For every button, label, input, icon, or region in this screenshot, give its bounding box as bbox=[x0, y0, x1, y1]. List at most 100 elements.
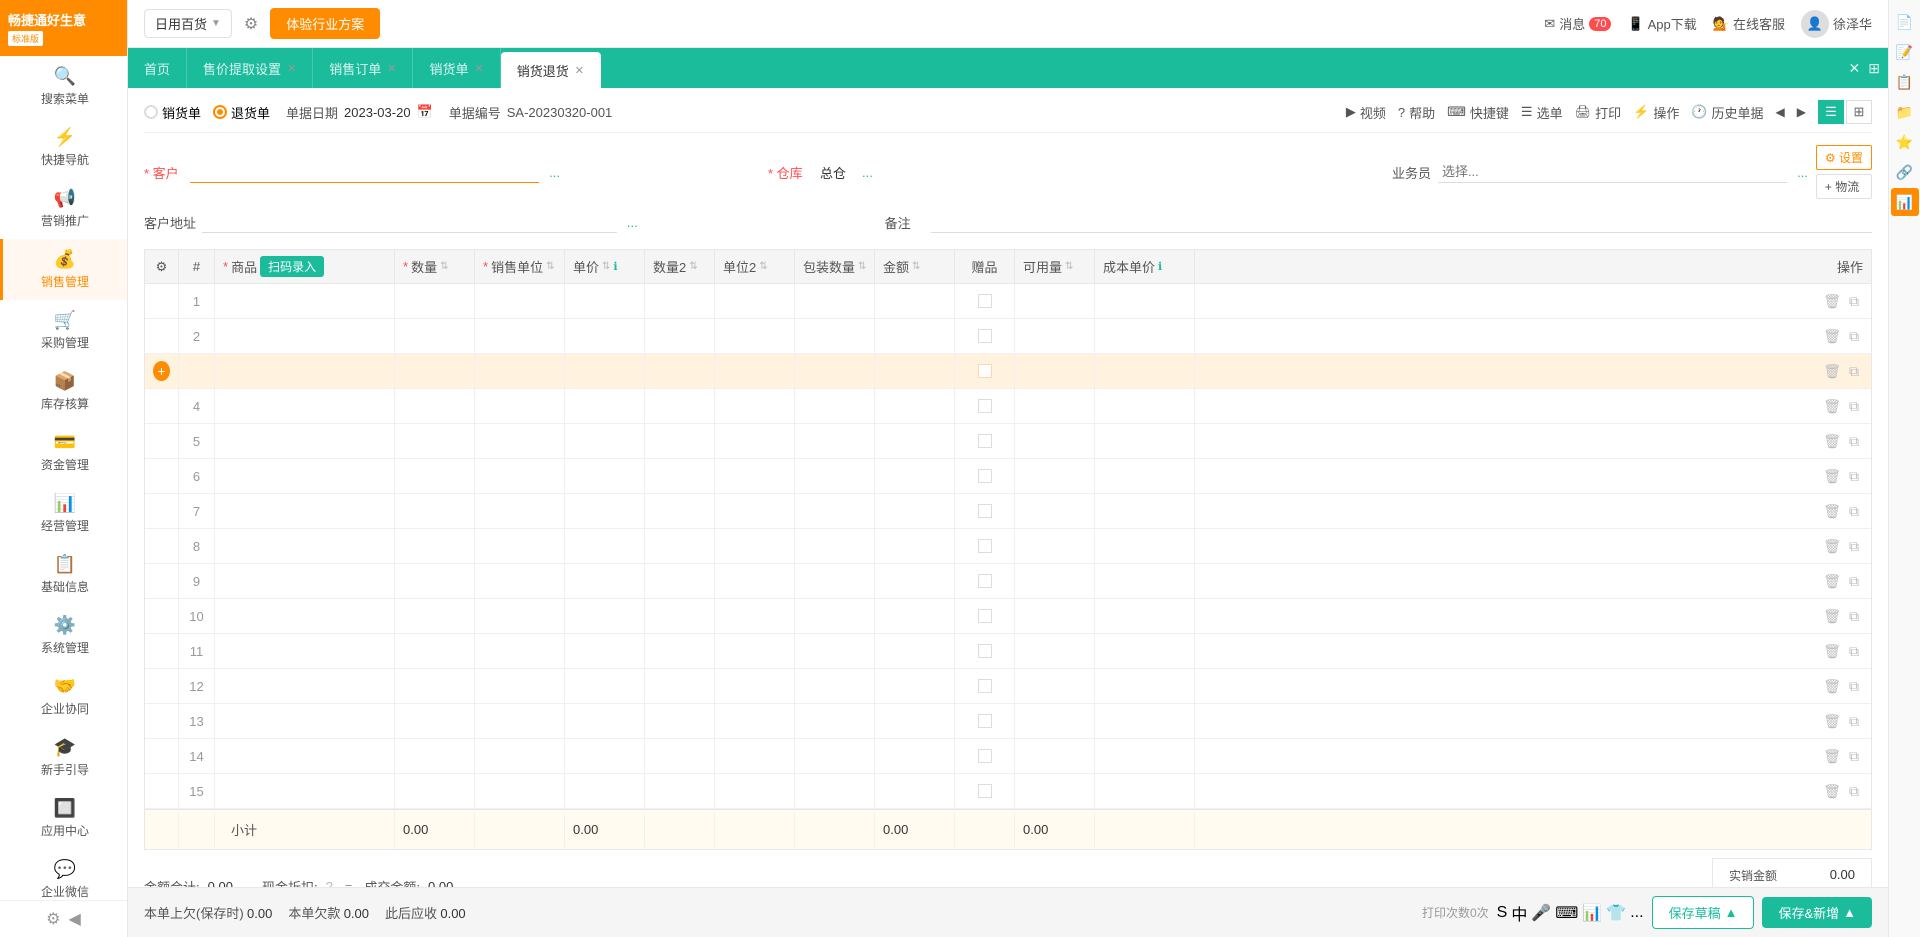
goods-input-3[interactable] bbox=[223, 364, 386, 379]
side-icon-5[interactable]: ⭐ bbox=[1891, 128, 1919, 156]
sidebar-item-sales[interactable]: 💰 销售管理 bbox=[0, 239, 127, 300]
td-price-2[interactable] bbox=[565, 319, 645, 353]
delete-row-12-button[interactable]: 🗑 bbox=[1819, 676, 1845, 697]
gift-checkbox-10[interactable] bbox=[978, 609, 992, 623]
shortcut-action[interactable]: ⌨ 快捷键 bbox=[1447, 103, 1509, 122]
td-unit2-2[interactable] bbox=[715, 319, 795, 353]
sidebar-item-enterprise[interactable]: 🤝 企业协同 bbox=[0, 666, 127, 727]
amount-sort-icon[interactable]: ⇅ bbox=[912, 261, 920, 272]
tab-price-settings[interactable]: 售价提取设置 ✕ bbox=[187, 48, 313, 88]
td-unit-2[interactable] bbox=[475, 319, 565, 353]
customer-picker-icon[interactable]: ... bbox=[549, 165, 560, 180]
td-goods-4[interactable] bbox=[215, 389, 395, 423]
td-avail-3[interactable] bbox=[1015, 354, 1095, 388]
toolbar-icon-6[interactable]: 👕 bbox=[1606, 903, 1626, 923]
gift-checkbox-14[interactable] bbox=[978, 749, 992, 763]
sidebar-item-guide[interactable]: 🎓 新手引导 bbox=[0, 727, 127, 788]
experience-button[interactable]: 体验行业方案 bbox=[270, 8, 380, 39]
td-amount-3[interactable] bbox=[875, 354, 955, 388]
td-price-3[interactable] bbox=[565, 354, 645, 388]
delete-row-3-button[interactable]: 🗑 bbox=[1819, 361, 1845, 382]
td-pkg-2[interactable] bbox=[795, 319, 875, 353]
td-gift-3[interactable] bbox=[955, 354, 1015, 388]
gift-checkbox-15[interactable] bbox=[978, 784, 992, 798]
sidebar-item-operations[interactable]: 📊 经营管理 bbox=[0, 483, 127, 544]
unit-sort-icon[interactable]: ⇅ bbox=[546, 261, 554, 272]
copy-row-10-button[interactable]: ⧉ bbox=[1845, 606, 1863, 627]
td-amount-1[interactable] bbox=[875, 284, 955, 318]
td-unit2-1[interactable] bbox=[715, 284, 795, 318]
close-all-tabs-button[interactable]: ✕ bbox=[1849, 60, 1861, 77]
delete-row-2-button[interactable]: 🗑 bbox=[1819, 326, 1845, 347]
address-input[interactable] bbox=[202, 211, 617, 233]
radio-sales-slip[interactable]: 销货单 bbox=[144, 103, 201, 122]
td-unit-1[interactable] bbox=[475, 284, 565, 318]
nav-next-button[interactable]: ▶ bbox=[1797, 105, 1806, 119]
expand-tabs-button[interactable]: ⊞ bbox=[1868, 60, 1880, 77]
delete-row-4-button[interactable]: 🗑 bbox=[1819, 396, 1845, 417]
delete-row-9-button[interactable]: 🗑 bbox=[1819, 571, 1845, 592]
delete-row-8-button[interactable]: 🗑 bbox=[1819, 536, 1845, 557]
td-unit2-3[interactable] bbox=[715, 354, 795, 388]
avail-sort-icon[interactable]: ⇅ bbox=[1065, 261, 1073, 272]
td-price-1[interactable] bbox=[565, 284, 645, 318]
delete-row-6-button[interactable]: 🗑 bbox=[1819, 466, 1845, 487]
pkg-sort-icon[interactable]: ⇅ bbox=[858, 261, 866, 272]
td-cost-1[interactable] bbox=[1095, 284, 1195, 318]
td-qty2-3[interactable] bbox=[645, 354, 715, 388]
warehouse-picker-icon[interactable]: ... bbox=[862, 165, 873, 180]
td-qty-3[interactable] bbox=[395, 354, 475, 388]
toolbar-icon-5[interactable]: 📊 bbox=[1582, 903, 1602, 923]
print-action[interactable]: 🖨 打印 bbox=[1575, 103, 1622, 122]
scan-button[interactable]: 扫码录入 bbox=[260, 256, 324, 277]
gift-checkbox-5[interactable] bbox=[978, 434, 992, 448]
copy-row-4-button[interactable]: ⧉ bbox=[1845, 396, 1863, 417]
customer-input[interactable] bbox=[190, 161, 539, 183]
qty2-sort-icon[interactable]: ⇅ bbox=[689, 261, 697, 272]
operate-action[interactable]: ⚡ 操作 bbox=[1633, 103, 1679, 122]
delete-row-5-button[interactable]: 🗑 bbox=[1819, 431, 1845, 452]
gift-checkbox-9[interactable] bbox=[978, 574, 992, 588]
collapse-icon[interactable]: ◀ bbox=[69, 909, 81, 929]
side-icon-7-active[interactable]: 📊 bbox=[1891, 188, 1919, 216]
online-service-button[interactable]: 💁 在线客服 bbox=[1713, 14, 1785, 33]
td-qty2-2[interactable] bbox=[645, 319, 715, 353]
td-avail-1[interactable] bbox=[1015, 284, 1095, 318]
select-action[interactable]: ☰ 选单 bbox=[1521, 103, 1563, 122]
td-unit-3[interactable] bbox=[475, 354, 565, 388]
add-row-button[interactable]: + bbox=[153, 361, 170, 381]
radio-return-slip[interactable]: 退货单 bbox=[213, 103, 270, 122]
side-icon-2[interactable]: 📝 bbox=[1891, 38, 1919, 66]
save-draft-button[interactable]: 保存草稿 ▲ bbox=[1652, 896, 1755, 929]
td-cost-3[interactable] bbox=[1095, 354, 1195, 388]
td-goods-1[interactable] bbox=[215, 284, 395, 318]
gift-checkbox-1[interactable] bbox=[978, 294, 992, 308]
gift-checkbox-3[interactable] bbox=[978, 364, 992, 378]
toolbar-icon-1[interactable]: S bbox=[1497, 904, 1508, 922]
copy-row-11-button[interactable]: ⧉ bbox=[1845, 641, 1863, 662]
nav-prev-button[interactable]: ◀ bbox=[1776, 105, 1785, 119]
sidebar-item-quick-nav[interactable]: ⚡ 快捷导航 bbox=[0, 117, 127, 178]
td-gift-2[interactable] bbox=[955, 319, 1015, 353]
sidebar-item-marketing[interactable]: 📢 营销推广 bbox=[0, 178, 127, 239]
sidebar-item-sys-mgmt[interactable]: ⚙️ 系统管理 bbox=[0, 605, 127, 666]
grid-view-button[interactable]: ⊞ bbox=[1846, 100, 1872, 124]
copy-row-2-button[interactable]: ⧉ bbox=[1845, 326, 1863, 347]
delete-row-11-button[interactable]: 🗑 bbox=[1819, 641, 1845, 662]
td-avail-2[interactable] bbox=[1015, 319, 1095, 353]
td-gift-1[interactable] bbox=[955, 284, 1015, 318]
salesperson-input[interactable] bbox=[1438, 161, 1787, 183]
copy-row-3-button[interactable]: ⧉ bbox=[1845, 361, 1863, 382]
sidebar-item-purchase[interactable]: 🛒 采购管理 bbox=[0, 300, 127, 361]
copy-row-8-button[interactable]: ⧉ bbox=[1845, 536, 1863, 557]
cash-discount-help-icon[interactable]: ? bbox=[326, 879, 333, 888]
sidebar-item-finance[interactable]: 💳 资金管理 bbox=[0, 422, 127, 483]
qty-sort-icon[interactable]: ⇅ bbox=[440, 261, 448, 272]
copy-row-7-button[interactable]: ⧉ bbox=[1845, 501, 1863, 522]
tab-sales-delivery[interactable]: 销货单 ✕ bbox=[413, 48, 500, 88]
salesperson-picker-icon[interactable]: ... bbox=[1797, 165, 1808, 180]
delete-row-13-button[interactable]: 🗑 bbox=[1819, 711, 1845, 732]
help-action[interactable]: ? 帮助 bbox=[1398, 103, 1435, 122]
app-download-button[interactable]: 📱 App下载 bbox=[1627, 14, 1696, 33]
list-view-button[interactable]: ☰ bbox=[1818, 100, 1844, 124]
